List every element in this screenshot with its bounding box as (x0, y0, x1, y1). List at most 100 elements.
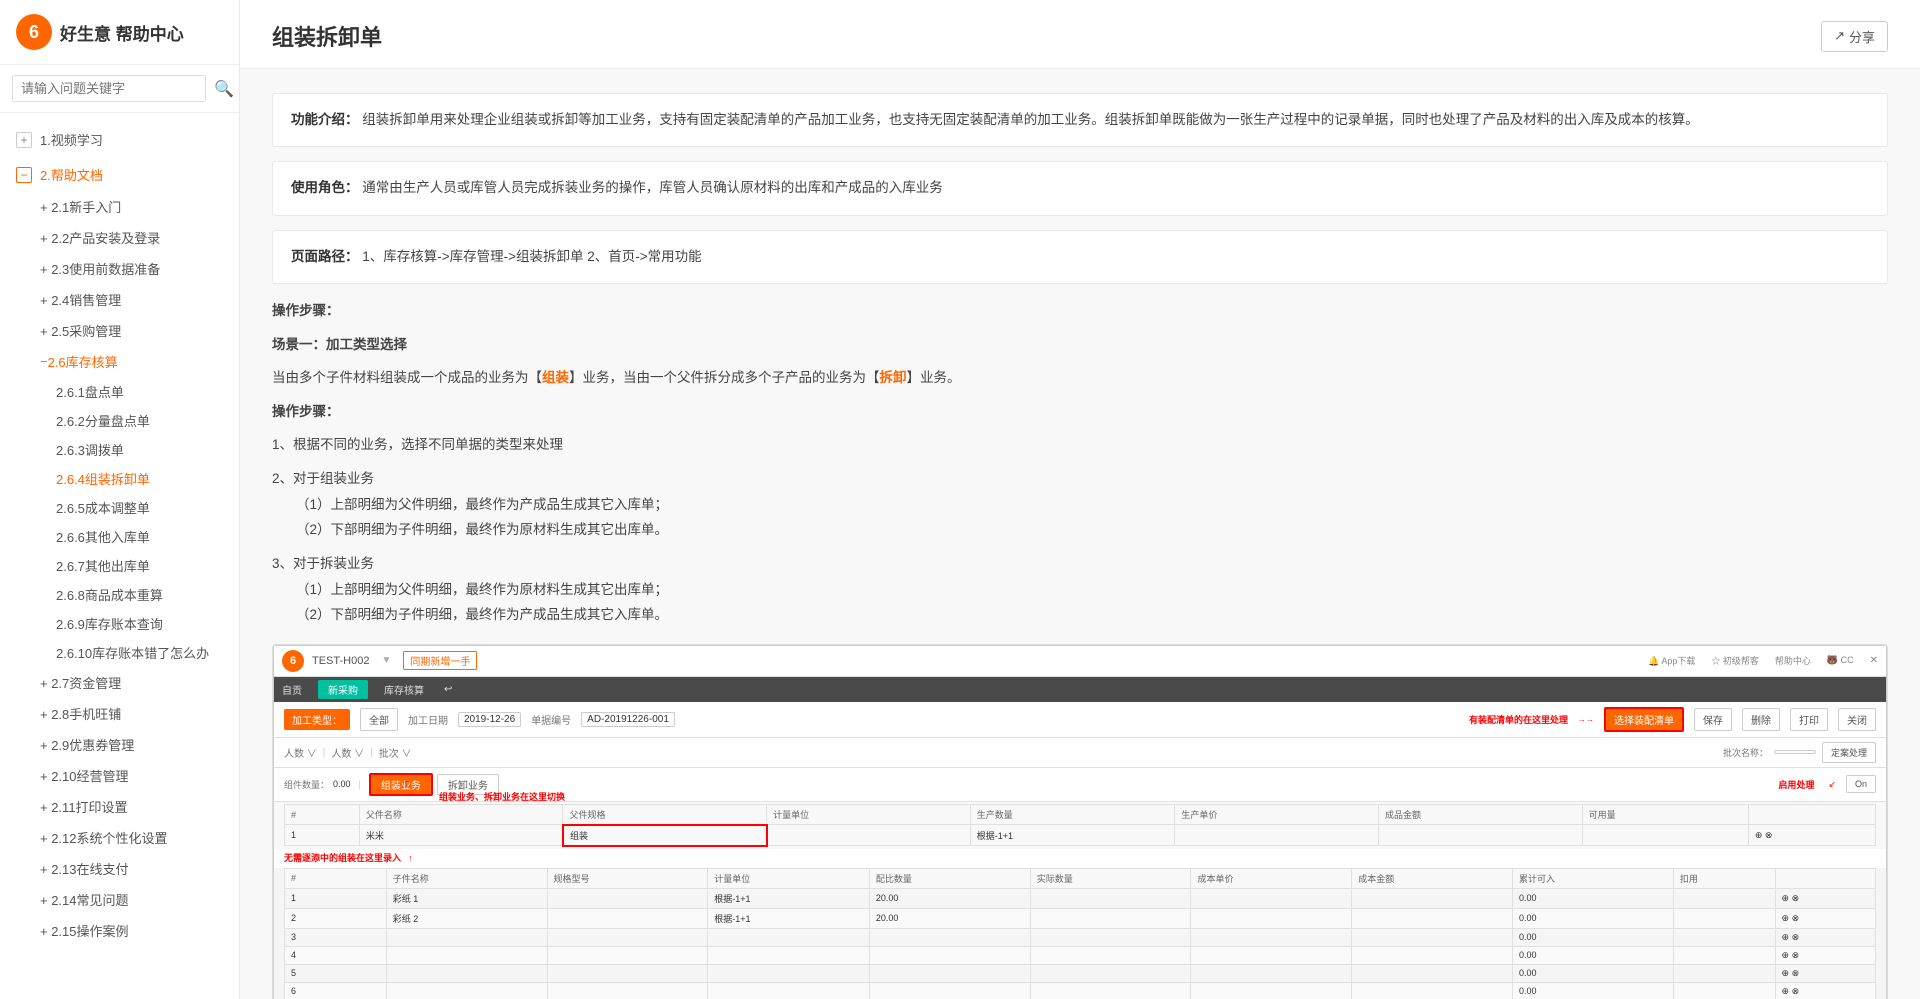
mock-batch-btn[interactable]: 定案处理 (1822, 742, 1876, 763)
mock-save-btn[interactable]: 保存 (1694, 708, 1732, 731)
step-3: 3、对于拆装业务 （1）上部明细为父件明细，最终作为原材料生成其它出库单； （2… (272, 551, 1888, 628)
page-title: 组装拆卸单 (272, 20, 382, 52)
mock-new-btn[interactable]: 加工类型： (284, 709, 350, 730)
role-text: 通常由生产人员或库管人员完成拆装业务的操作，库管人员确认原材料的出库和产成品的入… (362, 180, 943, 195)
sidebar-item-data-prep[interactable]: + 2.3使用前数据准备 (0, 253, 239, 284)
plus-icon: + (16, 132, 32, 148)
sidebar-item-help-docs[interactable]: − 2.帮助文档 (0, 158, 239, 191)
plus-icon: + (40, 707, 48, 722)
minus-icon-inventory: − (40, 354, 48, 369)
table-row: 30.00⊕ ⊗ (285, 928, 1876, 946)
sidebar-item-label: 1.视频学习 (40, 130, 103, 149)
table-row: 1 米米 组装 根据-1+1 ⊕ ⊗ (285, 825, 1876, 846)
plus-icon: + (40, 769, 48, 784)
sidebar-item-online-pay[interactable]: + 2.13在线支付 (0, 853, 239, 884)
sidebar-item-video-learning[interactable]: + 1.视频学习 (0, 123, 239, 156)
steps-label: 操作步骤： (272, 399, 1888, 425)
search-area: 🔍 (0, 65, 239, 113)
search-input[interactable] (12, 75, 206, 102)
mock-close-btn[interactable]: 关闭 (1838, 708, 1876, 731)
sidebar-item-cases[interactable]: + 2.15操作案例 (0, 915, 239, 946)
plus-icon: + (40, 676, 48, 691)
annotation-type: 组装业务、拆卸业务在这里切换 (439, 790, 565, 803)
mock-delete-btn[interactable]: 删除 (1742, 708, 1780, 731)
mock-top-bar: 6 TEST-H002 ▼ 同期新增一手 🔔 App下载 ☆ 初级帮客 帮助中心… (274, 646, 1886, 677)
mock-process-btn[interactable]: On (1846, 775, 1876, 793)
mock-assembly-btn[interactable]: 组装业务 (369, 773, 433, 796)
plus-icon: + (40, 800, 48, 815)
screenshot-container: 6 TEST-H002 ▼ 同期新增一手 🔔 App下载 ☆ 初级帮客 帮助中心… (272, 644, 1888, 999)
path-text: 1、库存核算->库存管理->组装拆卸单 2、首页->常用功能 (362, 249, 701, 264)
plus-icon: + (40, 324, 48, 339)
plus-icon: + (40, 293, 48, 308)
mock-company: TEST-H002 (312, 655, 369, 667)
sidebar-item-inventory-264[interactable]: 2.6.4组装拆卸单 (0, 464, 239, 493)
mock-print-btn[interactable]: 打印 (1790, 708, 1828, 731)
mock-toolbar: 加工类型： 全部 加工日期 2019-12-26 单据编号 AD-2019122… (274, 702, 1886, 738)
mock-nav-active: 新采购 (318, 680, 368, 699)
plus-icon: + (40, 262, 48, 277)
sidebar-item-mobile[interactable]: + 2.8手机旺铺 (0, 698, 239, 729)
search-button[interactable]: 🔍 (212, 77, 236, 101)
info-block-func-intro: 功能介绍： 组装拆卸单用来处理企业组装或拆卸等加工业务，支持有固定装配清单的产品… (272, 93, 1888, 147)
sidebar-item-inventory-269[interactable]: 2.6.9库存账本查询 (0, 609, 239, 638)
sidebar-item-new-user[interactable]: + 2.1新手入门 (0, 191, 239, 222)
sidebar-item-install[interactable]: + 2.2产品安装及登录 (0, 222, 239, 253)
sidebar-item-inventory-263[interactable]: 2.6.3调拨单 (0, 435, 239, 464)
sidebar-item-inventory-2610[interactable]: 2.6.10库存账本错了怎么办 (0, 638, 239, 667)
mock-fill-annotation-area: 无需逐添中的组装在这里录入 ↑ (274, 849, 1886, 868)
col-num: # (285, 804, 360, 825)
sidebar-item-operations[interactable]: + 2.10经营管理 (0, 760, 239, 791)
share-label: 分享 (1849, 27, 1875, 46)
sidebar-item-label: 2.帮助文档 (40, 165, 103, 184)
share-button[interactable]: ↗ 分享 (1821, 21, 1888, 52)
sidebar-item-inventory[interactable]: − 2.6库存核算 (0, 346, 239, 377)
main-area: 组装拆卸单 ↗ 分享 功能介绍： 组装拆卸单用来处理企业组装或拆卸等加工业务，支… (240, 0, 1920, 999)
mock-type-selector: 组件数量： 0.00 | 组装业务 拆卸业务 组装业务、拆卸业务在这里切换 ↑ … (274, 768, 1886, 802)
logo-area: 6 好生意 帮助中心 (0, 0, 239, 65)
sidebar-item-finance[interactable]: + 2.7资金管理 (0, 667, 239, 698)
sidebar-item-coupon[interactable]: + 2.9优惠券管理 (0, 729, 239, 760)
nav-section-2: − 2.帮助文档 + 2.1新手入门 + 2.2产品安装及登录 + 2.3使用前… (0, 158, 239, 946)
plus-icon: + (40, 231, 48, 246)
share-icon: ↗ (1834, 28, 1845, 44)
sidebar-item-inventory-267[interactable]: 2.6.7其他出库单 (0, 551, 239, 580)
plus-icon: + (40, 831, 48, 846)
sidebar-item-print[interactable]: + 2.11打印设置 (0, 791, 239, 822)
table-row: 50.00⊕ ⊗ (285, 964, 1876, 982)
step-2: 2、对于组装业务 （1）上部明细为父件明细，最终作为产成品生成其它入库单； （2… (272, 466, 1888, 543)
sidebar-item-inventory-268[interactable]: 2.6.8商品成本重算 (0, 580, 239, 609)
scenario1-desc: 当由多个子件材料组装成一个成品的业务为【组装】业务，当由一个父件拆分成多个子产品… (272, 365, 1888, 391)
assembly-highlight: 组装 (542, 370, 569, 385)
plus-icon: + (40, 924, 48, 939)
annotation-fill: 无需逐添中的组装在这里录入 (284, 851, 401, 864)
nav-section-1: + 1.视频学习 (0, 123, 239, 156)
disassembly-highlight: 拆卸 (880, 370, 907, 385)
sidebar-item-inventory-265[interactable]: 2.6.5成本调整单 (0, 493, 239, 522)
mock-action-btn[interactable]: 全部 (360, 708, 398, 731)
mock-config-list-btn[interactable]: 选择装配清单 (1604, 707, 1684, 732)
col-price: 生产单价 (1175, 804, 1379, 825)
sidebar-item-purchase[interactable]: + 2.5采购管理 (0, 315, 239, 346)
sidebar-item-inventory-262[interactable]: 2.6.2分量盘点单 (0, 406, 239, 435)
mock-logo: 6 (282, 650, 304, 672)
annotation-batch: 启用处理 (1778, 778, 1814, 791)
sidebar-item-inventory-261[interactable]: 2.6.1盘点单 (0, 377, 239, 406)
sidebar-item-customize[interactable]: + 2.12系统个性化设置 (0, 822, 239, 853)
mock-lower-table: # 子件名称 规格型号 计量单位 配比数量 实际数量 成本单价 成本金额 累计可… (284, 868, 1876, 999)
info-block-role: 使用角色： 通常由生产人员或库管人员完成拆装业务的操作，库管人员确认原材料的出库… (272, 161, 1888, 215)
mock-nav-bar: 自贡 新采购 库存核算 ↩ (274, 677, 1886, 702)
operation-steps-label: 操作步骤： (272, 303, 340, 318)
nav-sub-sub-list-26: 2.6.1盘点单 2.6.2分量盘点单 2.6.3调拨单 2.6.4组装拆卸单 … (0, 377, 239, 667)
role-label: 使用角色： (291, 180, 359, 195)
sidebar-item-faq[interactable]: + 2.14常见问题 (0, 884, 239, 915)
plus-icon: + (40, 200, 48, 215)
scenario1-heading: 场景一：加工类型选择 (272, 332, 1888, 358)
info-block-path: 页面路径： 1、库存核算->库存管理->组装拆卸单 2、首页->常用功能 (272, 230, 1888, 284)
sidebar-item-sales[interactable]: + 2.4销售管理 (0, 284, 239, 315)
mock-lower-table-container: # 子件名称 规格型号 计量单位 配比数量 实际数量 成本单价 成本金额 累计可… (274, 868, 1886, 999)
mock-sub-toolbar: 人数 ∨ | 人数 ∨ | 批次 ∨ 批次名称： 定案处理 (274, 738, 1886, 768)
sidebar-item-inventory-266[interactable]: 2.6.6其他入库单 (0, 522, 239, 551)
step-1: 1、根据不同的业务，选择不同单据的类型来处理 (272, 432, 1888, 458)
main-header: 组装拆卸单 ↗ 分享 (240, 0, 1920, 69)
